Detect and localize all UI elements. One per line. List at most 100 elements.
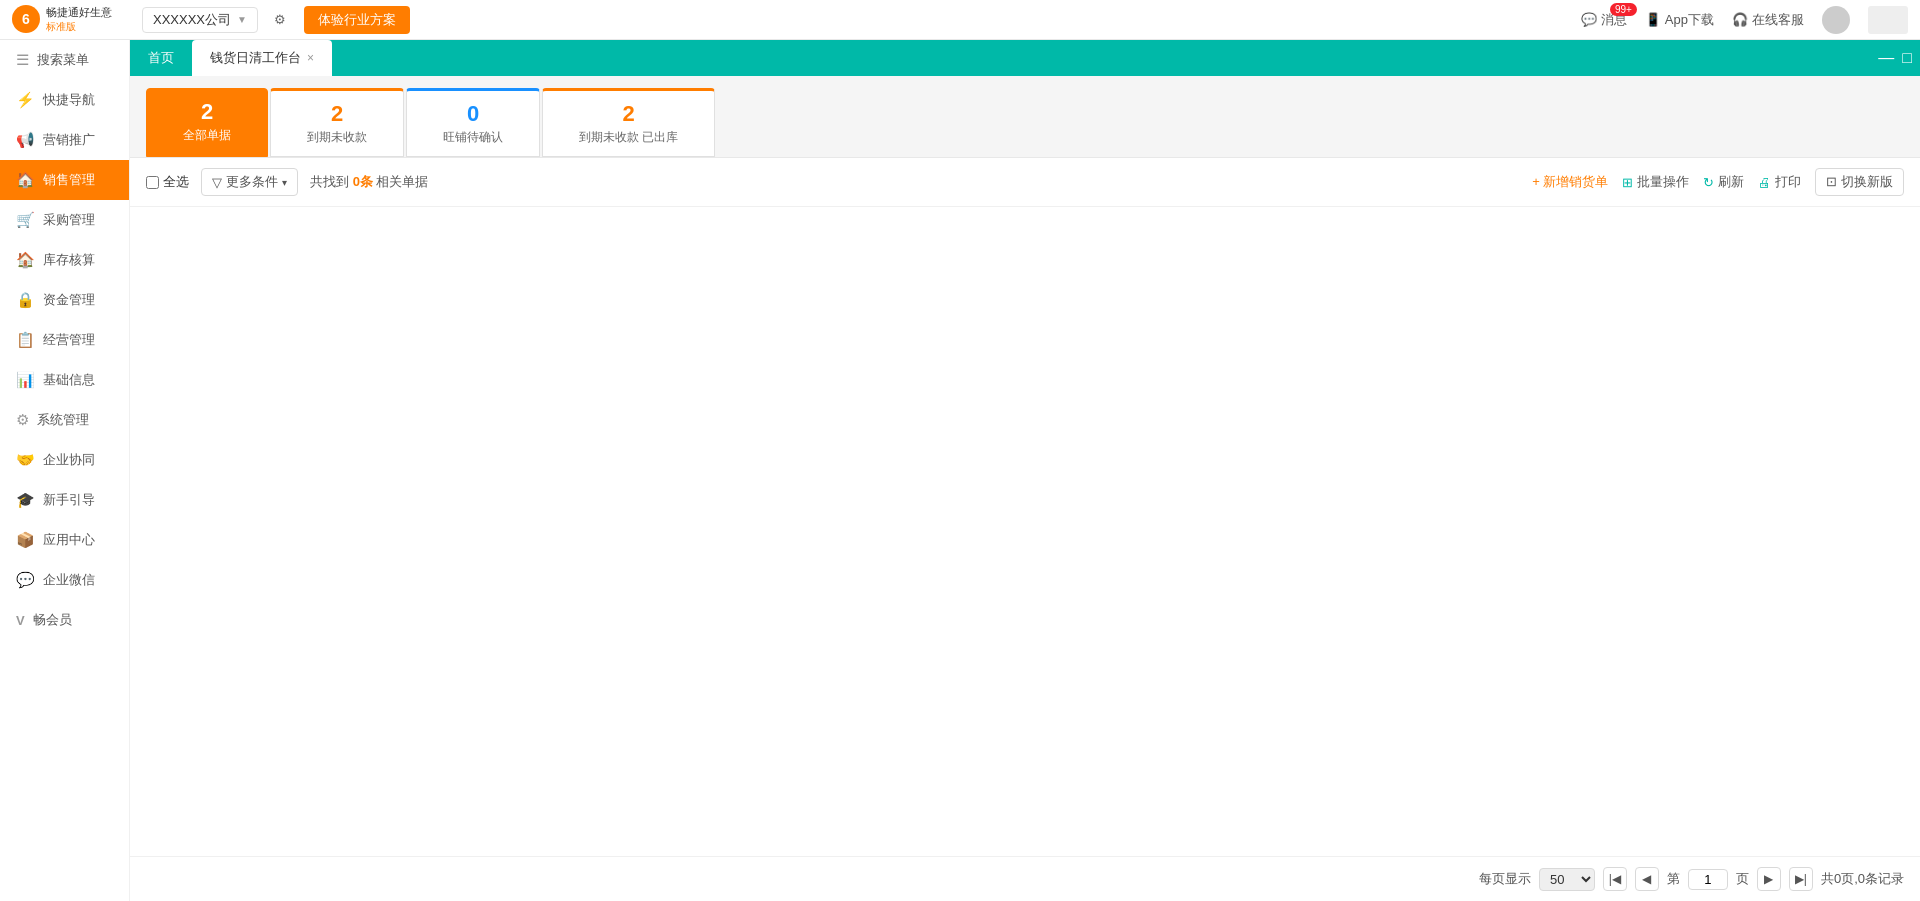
message-badge: 99+ <box>1610 3 1637 16</box>
tab-close-icon[interactable]: × <box>307 51 314 65</box>
app-download-label: App下载 <box>1665 11 1714 29</box>
sidebar-item-purchase[interactable]: 🛒 采购管理 <box>0 200 129 240</box>
last-page-button[interactable]: ▶| <box>1789 867 1813 891</box>
avatar[interactable] <box>1822 6 1850 34</box>
tab-label: 首页 <box>148 49 174 67</box>
app-download-item[interactable]: 📱 App下载 <box>1645 11 1714 29</box>
sidebar-item-label: 企业协同 <box>43 451 95 469</box>
sidebar-item-wechat[interactable]: 💬 企业微信 <box>0 560 129 600</box>
total-label: 共0页,0条记录 <box>1821 870 1904 888</box>
page-suffix: 页 <box>1736 870 1749 888</box>
wechat-icon: 💬 <box>16 571 35 589</box>
minimize-button[interactable]: — <box>1878 49 1894 67</box>
stat-num-overdue: 2 <box>331 101 343 127</box>
message-item[interactable]: 💬 消息 99+ <box>1581 11 1627 29</box>
stat-tab-pending[interactable]: 0 旺铺待确认 <box>406 88 540 157</box>
stat-num-shipped: 2 <box>623 101 635 127</box>
sales-icon: 🏠 <box>16 171 35 189</box>
refresh-icon: ↻ <box>1703 175 1714 190</box>
sidebar-item-label: 资金管理 <box>43 291 95 309</box>
prev-page-button[interactable]: ◀ <box>1635 867 1659 891</box>
maximize-button[interactable]: □ <box>1902 49 1912 67</box>
purchase-icon: 🛒 <box>16 211 35 229</box>
sidebar-item-label: 快捷导航 <box>43 91 95 109</box>
sidebar-item-sales[interactable]: 🏠 销售管理 <box>0 160 129 200</box>
trial-button[interactable]: 体验行业方案 <box>304 6 410 34</box>
checkbox-input[interactable] <box>146 176 159 189</box>
headset-icon: 🎧 <box>1732 12 1748 27</box>
stats-tabs: 2 全部单据 2 到期未收款 0 旺铺待确认 2 到期未收款 已出库 <box>130 76 1920 158</box>
search-menu-icon: ☰ <box>16 51 29 69</box>
first-page-button[interactable]: |◀ <box>1603 867 1627 891</box>
select-all-label: 全选 <box>163 173 189 191</box>
sidebar-item-inventory[interactable]: 🏠 库存核算 <box>0 240 129 280</box>
sidebar-item-label: 采购管理 <box>43 211 95 229</box>
refresh-button[interactable]: ↻ 刷新 <box>1703 173 1744 191</box>
stat-label-shipped: 到期未收款 已出库 <box>579 129 678 146</box>
chevron-icon: ▾ <box>282 177 287 188</box>
filter-icon: ▽ <box>212 175 222 190</box>
batch-operation-button[interactable]: ⊞ 批量操作 <box>1622 173 1689 191</box>
tab-bar-controls: — □ <box>1878 49 1920 67</box>
base-info-icon: 📊 <box>16 371 35 389</box>
filter-button[interactable]: ▽ 更多条件 ▾ <box>201 168 298 196</box>
sidebar-item-label: 库存核算 <box>43 251 95 269</box>
stat-num-all: 2 <box>201 99 213 125</box>
sidebar-item-operations[interactable]: 📋 经营管理 <box>0 320 129 360</box>
vip-icon: V <box>16 613 25 628</box>
filter-label: 更多条件 <box>226 173 278 191</box>
sidebar-item-quick-nav[interactable]: ⚡ 快捷导航 <box>0 80 129 120</box>
sidebar-item-search-menu[interactable]: ☰ 搜索菜单 <box>0 40 129 80</box>
sidebar-item-app-center[interactable]: 📦 应用中心 <box>0 520 129 560</box>
sidebar-item-enterprise[interactable]: 🤝 企业协同 <box>0 440 129 480</box>
inventory-icon: 🏠 <box>16 251 35 269</box>
settings-icon[interactable]: ⚙ <box>266 6 294 34</box>
finance-icon: 🔒 <box>16 291 35 309</box>
stat-label-all: 全部单据 <box>183 127 231 144</box>
print-icon: 🖨 <box>1758 175 1771 190</box>
add-sales-order-button[interactable]: + 新增销货单 <box>1532 173 1608 191</box>
switch-version-button[interactable]: ⊡ 切换新版 <box>1815 168 1904 196</box>
chevron-down-icon: ▼ <box>237 14 247 25</box>
found-text: 共找到 0条 相关单据 <box>310 173 428 191</box>
page-input[interactable] <box>1688 869 1728 890</box>
batch-icon: ⊞ <box>1622 175 1633 190</box>
pagination: 每页显示 50 100 200 |◀ ◀ 第 页 ▶ ▶| 共0页,0条记录 <box>130 856 1920 901</box>
page-body: 2 全部单据 2 到期未收款 0 旺铺待确认 2 到期未收款 已出库 <box>130 76 1920 901</box>
sidebar-item-label: 经营管理 <box>43 331 95 349</box>
sidebar-item-vip[interactable]: V 畅会员 <box>0 600 129 640</box>
online-service-item[interactable]: 🎧 在线客服 <box>1732 11 1804 29</box>
tab-home[interactable]: 首页 <box>130 40 192 76</box>
user-name-area <box>1868 6 1908 34</box>
sidebar-item-base-info[interactable]: 📊 基础信息 <box>0 360 129 400</box>
app-download-icon: 📱 <box>1645 12 1661 27</box>
sidebar-item-label: 新手引导 <box>43 491 95 509</box>
sidebar-item-guide[interactable]: 🎓 新手引导 <box>0 480 129 520</box>
quick-nav-icon: ⚡ <box>16 91 35 109</box>
stat-tab-shipped[interactable]: 2 到期未收款 已出库 <box>542 88 715 157</box>
logo-area: 6 畅捷通好生意 标准版 <box>12 5 142 33</box>
sidebar: ☰ 搜索菜单 ⚡ 快捷导航 📢 营销推广 🏠 销售管理 🛒 采购管理 🏠 库存核… <box>0 40 130 901</box>
sidebar-item-system[interactable]: ⚙ 系统管理 <box>0 400 129 440</box>
stat-tab-all[interactable]: 2 全部单据 <box>146 88 268 157</box>
sidebar-item-finance[interactable]: 🔒 资金管理 <box>0 280 129 320</box>
stat-tab-overdue[interactable]: 2 到期未收款 <box>270 88 404 157</box>
top-bar-right: 💬 消息 99+ 📱 App下载 🎧 在线客服 <box>1581 6 1908 34</box>
logo-icon: 6 <box>12 5 40 33</box>
tab-label: 钱货日清工作台 <box>210 49 301 67</box>
guide-icon: 🎓 <box>16 491 35 509</box>
next-page-button[interactable]: ▶ <box>1757 867 1781 891</box>
stat-num-pending: 0 <box>467 101 479 127</box>
per-page-label: 每页显示 <box>1479 870 1531 888</box>
sidebar-item-label: 营销推广 <box>43 131 95 149</box>
per-page-select[interactable]: 50 100 200 <box>1539 868 1595 891</box>
tab-workbench[interactable]: 钱货日清工作台 × <box>192 40 332 76</box>
sidebar-item-label: 基础信息 <box>43 371 95 389</box>
company-selector[interactable]: XXXXXX公司 ▼ <box>142 7 258 33</box>
print-button[interactable]: 🖨 打印 <box>1758 173 1801 191</box>
sidebar-item-marketing[interactable]: 📢 营销推广 <box>0 120 129 160</box>
select-all-checkbox[interactable]: 全选 <box>146 173 189 191</box>
stat-label-pending: 旺铺待确认 <box>443 129 503 146</box>
tab-bar: 首页 钱货日清工作台 × — □ <box>130 40 1920 76</box>
sidebar-item-label: 销售管理 <box>43 171 95 189</box>
